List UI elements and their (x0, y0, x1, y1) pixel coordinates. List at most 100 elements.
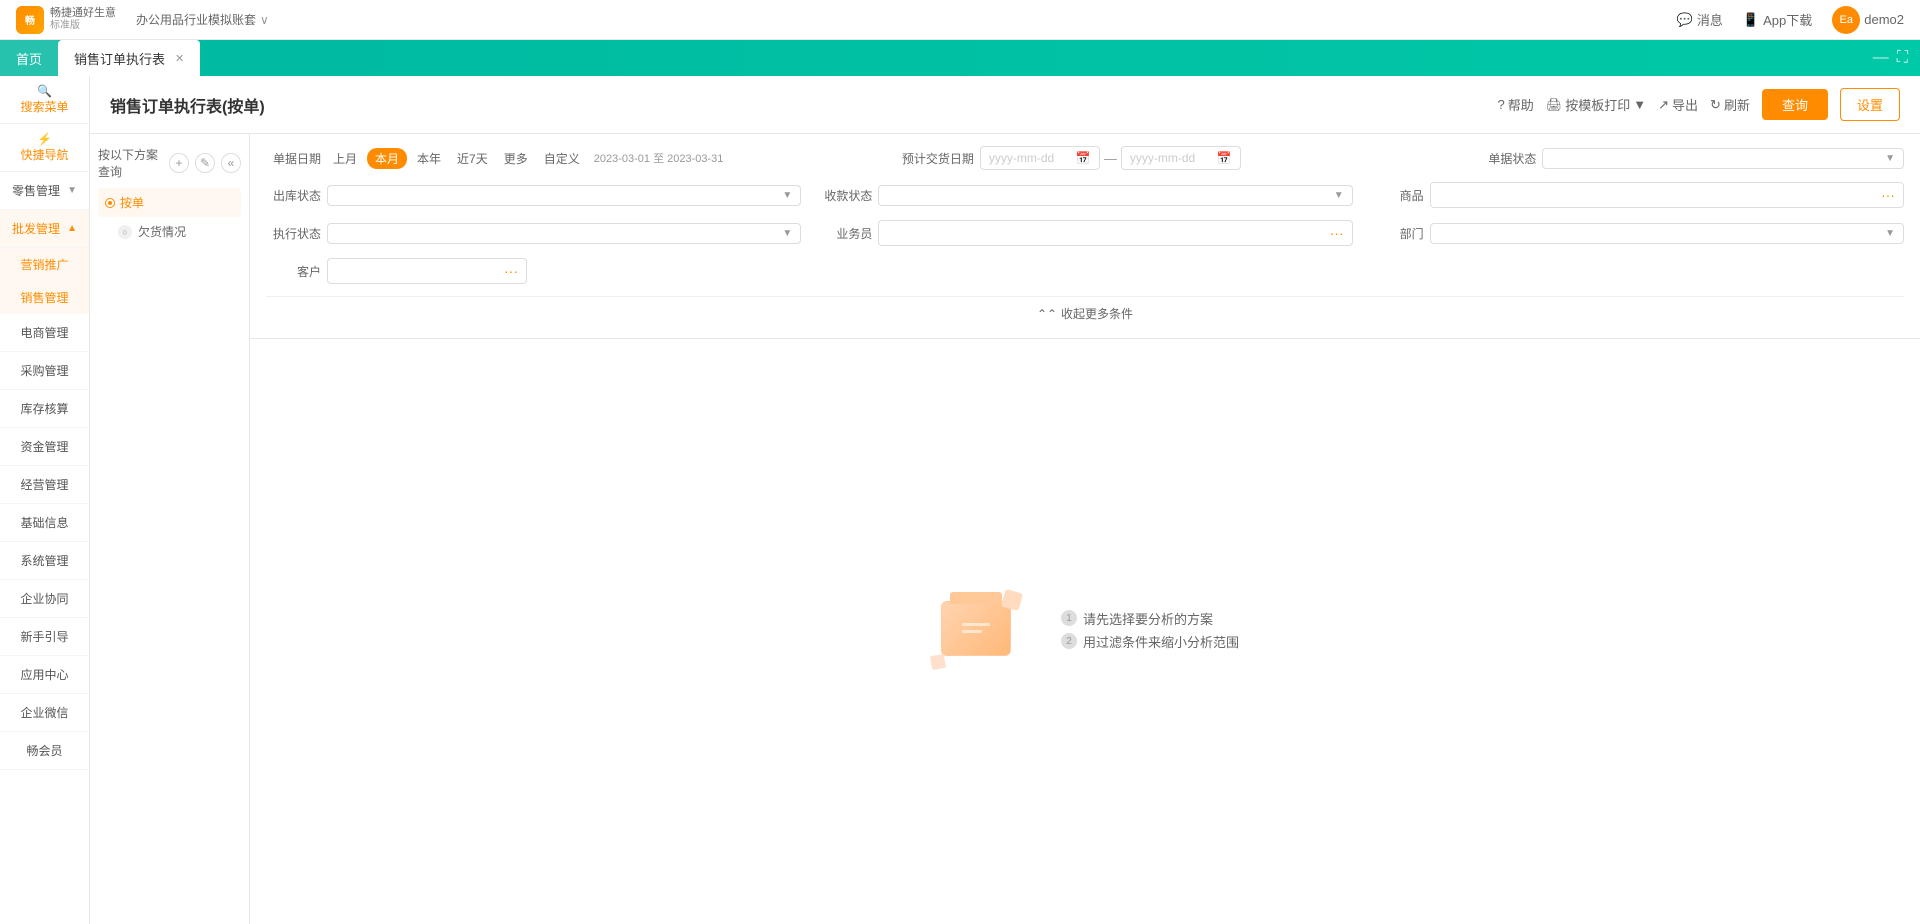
hint-num-1: 1 (1061, 610, 1077, 626)
status-select[interactable]: ▼ (1542, 148, 1904, 169)
start-date-input[interactable]: yyyy-mm-dd 📅 (980, 146, 1100, 170)
solution-item-main[interactable]: 按单 (98, 188, 241, 217)
sidebar-item-operations[interactable]: 经营管理 (0, 466, 89, 504)
solution-item-sub[interactable]: ○ 欠货情况 (98, 217, 241, 246)
sidebar-item-wholesale[interactable]: 批发管理 ▲ (0, 210, 89, 248)
end-date-input[interactable]: yyyy-mm-dd 📅 (1121, 146, 1241, 170)
empty-hint-2: 2 用过滤条件来缩小分析范围 (1061, 632, 1239, 651)
header-left: 畅 畅捷通好生意 标准版 办公用品行业模拟账套 ∨ (16, 6, 269, 34)
receipt-filter: 收款状态 ▼ (817, 185, 1352, 206)
tab-sales-order[interactable]: 销售订单执行表 ✕ (58, 40, 200, 76)
empty-hint-1: 1 请先选择要分析的方案 (1061, 609, 1239, 628)
sidebar-item-sales[interactable]: 销售管理 (0, 281, 89, 314)
collapse-icon: « (228, 156, 235, 170)
sidebar-item-corp-wechat[interactable]: 企业微信 (0, 694, 89, 732)
user-menu[interactable]: Ea demo2 (1832, 6, 1904, 34)
date-tab-7days[interactable]: 近7天 (451, 148, 494, 169)
help-btn[interactable]: ? 帮助 (1497, 95, 1533, 114)
empty-deco-2 (930, 653, 946, 669)
hint-text-1: 请先选择要分析的方案 (1083, 609, 1213, 628)
edit-solution-btn[interactable]: ✎ (195, 153, 215, 173)
query-button[interactable]: 查询 (1762, 89, 1828, 120)
collapse-panel-btn[interactable]: « (221, 153, 241, 173)
exec-status-control: ▼ (327, 223, 801, 244)
retail-label: 零售管理 (12, 182, 60, 199)
solution-sub-icon: ○ (118, 225, 132, 239)
header-right: 💬 消息 📱 App下载 Ea demo2 (1677, 6, 1904, 34)
sidebar-item-purchase[interactable]: 采购管理 (0, 352, 89, 390)
left-panel-title: 按以下方案查询 + ✎ « (98, 146, 241, 180)
sidebar-item-ecommerce[interactable]: 电商管理 (0, 314, 89, 352)
goods-input[interactable]: ··· (1430, 182, 1904, 208)
app-download-btn[interactable]: 📱 App下载 (1743, 10, 1812, 29)
edit-icon: ✎ (200, 156, 210, 170)
tab-home[interactable]: 首页 (0, 40, 58, 76)
empty-box-body (941, 601, 1011, 656)
sidebar-item-inventory[interactable]: 库存核算 (0, 390, 89, 428)
staff-picker-icon[interactable]: ··· (1330, 225, 1344, 241)
marketing-label: 营销推广 (20, 256, 68, 273)
minimize-btn[interactable]: — (1873, 49, 1889, 67)
nav-tabs: 首页 销售订单执行表 ✕ — ⛶ (0, 40, 1920, 76)
sidebar-item-quick-nav[interactable]: ⚡ 快捷导航 (0, 124, 89, 172)
status-filter: 单据状态 ▼ (1481, 148, 1904, 169)
sidebar-item-system[interactable]: 系统管理 (0, 542, 89, 580)
sidebar-item-retail[interactable]: 零售管理 ▼ (0, 172, 89, 210)
filter-row-1: 单据日期 上月 本月 本年 近7天 更多 自定义 20 (266, 146, 1904, 170)
maximize-btn[interactable]: ⛶ (1897, 49, 1908, 67)
solution-main-label: 按单 (120, 194, 144, 211)
sidebar-item-corp-collab[interactable]: 企业协同 (0, 580, 89, 618)
dept-label: 部门 (1369, 225, 1424, 242)
add-solution-btn[interactable]: + (169, 153, 189, 173)
sidebar-item-app-center[interactable]: 应用中心 (0, 656, 89, 694)
sidebar-item-finance[interactable]: 资金管理 (0, 428, 89, 466)
exec-status-select[interactable]: ▼ (327, 223, 801, 244)
quick-nav-label: 快捷导航 (0, 146, 89, 163)
message-btn[interactable]: 💬 消息 (1677, 10, 1723, 29)
customer-picker-icon[interactable]: ··· (504, 263, 518, 279)
message-icon: 💬 (1677, 12, 1693, 28)
start-date-placeholder: yyyy-mm-dd (989, 151, 1072, 165)
sidebar-item-new-guide[interactable]: 新手引导 (0, 618, 89, 656)
print-btn[interactable]: 🖨 按模板打印 ▼ (1546, 95, 1646, 114)
date-tab-more[interactable]: 更多 (498, 148, 534, 169)
goods-control: ··· (1430, 182, 1904, 208)
staff-input[interactable]: ··· (878, 220, 1352, 246)
receipt-select[interactable]: ▼ (878, 185, 1352, 206)
dept-control: ▼ (1430, 223, 1904, 244)
sidebar-item-basic-info[interactable]: 基础信息 (0, 504, 89, 542)
main-layout: 🔍 搜索菜单 ⚡ 快捷导航 零售管理 ▼ 批发管理 ▲ 营销推广 销售管理 电商… (0, 76, 1920, 924)
start-date-calendar-icon: 📅 (1076, 151, 1091, 165)
solution-sub-label: 欠货情况 (138, 223, 186, 240)
sidebar-item-search[interactable]: 🔍 搜索菜单 (0, 76, 89, 124)
date-filter: 单据日期 上月 本月 本年 近7天 更多 自定义 20 (266, 148, 886, 169)
refresh-btn[interactable]: ↻ 刷新 (1710, 95, 1750, 114)
filter-grid: 单据日期 上月 本月 本年 近7天 更多 自定义 20 (250, 134, 1920, 339)
date-tab-this-month[interactable]: 本月 (367, 148, 407, 169)
date-tab-last-month[interactable]: 上月 (327, 148, 363, 169)
goods-picker-icon[interactable]: ··· (1881, 187, 1895, 203)
collapse-btn[interactable]: ⌃⌃ 收起更多条件 (1025, 301, 1145, 326)
outbound-select[interactable]: ▼ (327, 185, 801, 206)
tab-close-btn[interactable]: ✕ (175, 52, 184, 65)
retail-arrow-icon: ▼ (67, 185, 77, 196)
hint-num-2: 2 (1061, 633, 1077, 649)
sidebar-item-member[interactable]: 畅会员 (0, 732, 89, 770)
sidebar-item-marketing[interactable]: 营销推广 (0, 248, 89, 281)
outbound-caret-icon: ▼ (782, 190, 792, 201)
date-separator: — (1104, 151, 1117, 166)
customer-input[interactable]: ··· (327, 258, 527, 284)
avatar: Ea (1832, 6, 1860, 34)
goods-filter: 商品 ··· (1369, 182, 1904, 208)
set-button[interactable]: 设置 (1840, 88, 1900, 121)
dept-select[interactable]: ▼ (1430, 223, 1904, 244)
empty-content: 1 请先选择要分析的方案 2 用过滤条件来缩小分析范围 (931, 587, 1239, 677)
date-tab-this-year[interactable]: 本年 (411, 148, 447, 169)
receipt-label: 收款状态 (817, 187, 872, 204)
status-label: 单据状态 (1481, 150, 1536, 167)
export-btn[interactable]: ↗ 导出 (1658, 95, 1698, 114)
right-panel: 单据日期 上月 本月 本年 近7天 更多 自定义 20 (250, 134, 1920, 924)
date-tab-custom[interactable]: 自定义 (538, 148, 586, 169)
dept-caret-icon: ▼ (1885, 228, 1895, 239)
staff-label: 业务员 (817, 225, 872, 242)
